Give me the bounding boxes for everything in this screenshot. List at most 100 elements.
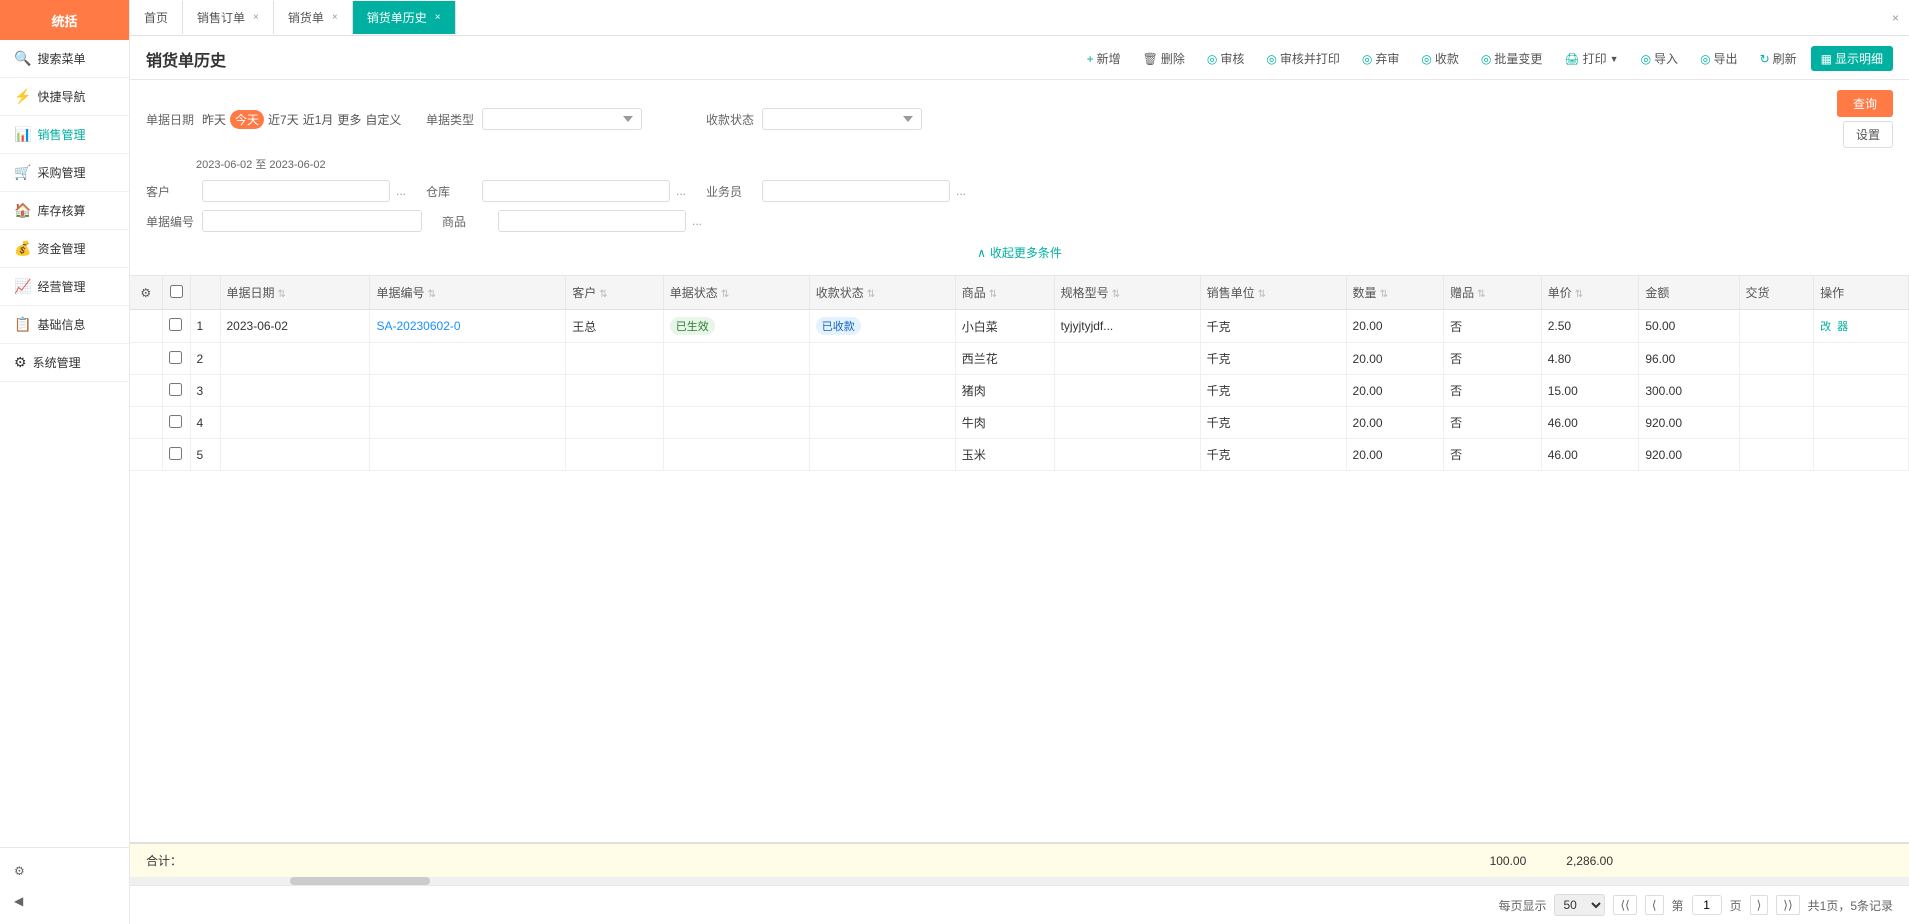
footer-label: 合计： — [146, 852, 182, 869]
sidebar-item-finance[interactable]: 💰 资金管理 — [0, 230, 129, 268]
batch-change-button-label: 批量变更 — [1494, 50, 1542, 67]
docnum-input[interactable] — [202, 210, 422, 232]
batch-change-button[interactable]: ◎ 批量变更 — [1473, 46, 1551, 71]
row-checkbox[interactable] — [169, 351, 182, 364]
page-last-button[interactable]: ⟩⟩ — [1776, 895, 1799, 915]
sidebar-item-system-mgmt[interactable]: ⚙ 系统管理 — [0, 344, 129, 382]
sidebar-item-operations[interactable]: 📈 经营管理 — [0, 268, 129, 306]
edit-btn[interactable]: 改 — [1820, 321, 1831, 333]
table-row: 5玉米千克20.00否46.00920.00 — [130, 439, 1909, 471]
select-all-checkbox[interactable] — [170, 285, 183, 298]
col-unit[interactable]: 销售单位⇅ — [1200, 276, 1346, 310]
date-opt-1month[interactable]: 近1月 — [303, 111, 334, 128]
row-checkbox[interactable] — [169, 318, 182, 331]
display-label: 显示明细 — [1835, 50, 1883, 67]
col-doc-num[interactable]: 单据编号⇅ — [370, 276, 566, 310]
date-opt-yesterday[interactable]: 昨天 — [202, 111, 226, 128]
warehouse-input[interactable] — [482, 180, 670, 202]
print-button-label: 打印 — [1583, 50, 1607, 67]
query-button[interactable]: 查询 — [1837, 90, 1893, 117]
customer-input[interactable] — [202, 180, 390, 202]
house-icon: 🏠 — [14, 202, 31, 219]
date-opt-today[interactable]: 今天 — [230, 110, 264, 129]
window-close-icon[interactable]: × — [1892, 11, 1899, 25]
col-price[interactable]: 单价⇅ — [1541, 276, 1639, 310]
sidebar-item-purchase-mgmt[interactable]: 🛒 采购管理 — [0, 154, 129, 192]
collect-button[interactable]: ◎ 收款 — [1413, 46, 1467, 71]
scrollbar-thumb[interactable] — [290, 877, 430, 885]
collapse-filter[interactable]: ∧ 收起更多条件 — [146, 240, 1893, 265]
new-button[interactable]: + 新增 — [1079, 46, 1129, 71]
sidebar-label-basic-info: 基础信息 — [37, 316, 85, 333]
sidebar-bottom-collapse[interactable]: ◀ — [0, 886, 129, 916]
col-gift[interactable]: 赠品⇅ — [1444, 276, 1542, 310]
refresh-icon: ↻ — [1760, 52, 1770, 66]
page-next-button[interactable]: ⟩ — [1750, 895, 1769, 915]
tab-sales-order-close[interactable]: × — [253, 12, 259, 23]
page-number-input[interactable] — [1692, 895, 1722, 915]
col-goods[interactable]: 商品⇅ — [955, 276, 1054, 310]
salesperson-dots[interactable]: ... — [956, 184, 966, 198]
sidebar-logo: 统括 — [0, 0, 129, 40]
col-qty[interactable]: 数量⇅ — [1346, 276, 1444, 310]
col-customer[interactable]: 客户⇅ — [566, 276, 664, 310]
sidebar-item-sales-mgmt[interactable]: 📊 销售管理 — [0, 116, 129, 154]
row-checkbox[interactable] — [169, 383, 182, 396]
date-filter-group: 单据日期 昨天 今天 近7天 近1月 更多 自定义 — [146, 110, 406, 129]
filter-settings-button[interactable]: 设置 — [1843, 121, 1893, 148]
filter-area: 单据日期 昨天 今天 近7天 近1月 更多 自定义 单据类型 — [130, 80, 1909, 276]
sidebar-item-search-menu[interactable]: 🔍 搜索菜单 — [0, 40, 129, 78]
customer-filter-group: 客户 ... — [146, 180, 406, 202]
page-header: 销货单历史 + 新增 🗑 删除 ◎ 审核 ◎ 审核并打印 — [130, 36, 1909, 80]
collect-icon: ◎ — [1421, 52, 1431, 66]
doc-num-link[interactable]: SA-20230602-0 — [376, 319, 460, 333]
tab-sales-order-label: 销售订单 — [197, 9, 245, 26]
tab-sales-order[interactable]: 销售订单 × — [183, 1, 274, 34]
page-first-button[interactable]: ⟨⟨ — [1613, 895, 1636, 915]
display-detail-button[interactable]: ▦ 显示明细 — [1811, 46, 1893, 71]
audit-button[interactable]: ◎ 审核 — [1199, 46, 1253, 71]
sidebar-bottom-settings[interactable]: ⚙ — [0, 856, 129, 886]
date-opt-more[interactable]: 更多 — [337, 111, 361, 128]
col-doc-date[interactable]: 单据日期⇅ — [220, 276, 370, 310]
col-gear[interactable]: ⚙ — [130, 276, 162, 310]
row-checkbox[interactable] — [169, 447, 182, 460]
customer-dots[interactable]: ... — [396, 184, 406, 198]
sidebar-item-quick-nav[interactable]: ⚡ 快捷导航 — [0, 78, 129, 116]
page-prev-button[interactable]: ⟨ — [1645, 895, 1664, 915]
warehouse-dots[interactable]: ... — [676, 184, 686, 198]
abandon-button[interactable]: ◎ 弃审 — [1354, 46, 1408, 71]
col-spec[interactable]: 规格型号⇅ — [1054, 276, 1200, 310]
col-check[interactable] — [162, 276, 190, 310]
audit-print-button[interactable]: ◎ 审核并打印 — [1258, 46, 1348, 71]
gear-sidebar-icon: ⚙ — [14, 354, 27, 371]
tab-sales-history-close[interactable]: × — [435, 12, 441, 23]
footer-total-qty: 100.00 — [1490, 854, 1527, 868]
col-doc-status[interactable]: 单据状态⇅ — [663, 276, 809, 310]
col-payment-status[interactable]: 收款状态⇅ — [809, 276, 955, 310]
tab-sales-history[interactable]: 销货单历史 × — [353, 1, 456, 34]
tab-home[interactable]: 首页 — [130, 1, 183, 34]
export-button[interactable]: ◎ 导出 — [1692, 46, 1746, 71]
payment-status-select[interactable] — [762, 108, 922, 130]
goods-dots[interactable]: ... — [692, 214, 702, 228]
delete-button[interactable]: 🗑 删除 — [1135, 46, 1193, 71]
import-button[interactable]: ◎ 导入 — [1633, 46, 1687, 71]
tab-home-label: 首页 — [144, 9, 168, 26]
per-page-select[interactable]: 50 100 200 — [1554, 894, 1605, 916]
more-btn[interactable]: 器 — [1837, 321, 1848, 333]
print-button[interactable]: 🖨 打印 ▼ — [1556, 46, 1626, 71]
sidebar-item-inventory[interactable]: 🏠 库存核算 — [0, 192, 129, 230]
sidebar-item-basic-info[interactable]: 📋 基础信息 — [0, 306, 129, 344]
date-opt-custom[interactable]: 自定义 — [365, 111, 401, 128]
date-opt-7days[interactable]: 近7天 — [268, 111, 299, 128]
doc-type-select[interactable] — [482, 108, 642, 130]
tab-sales-delivery[interactable]: 销货单 × — [274, 1, 353, 34]
col-actions: 操作 — [1814, 276, 1909, 310]
horizontal-scrollbar[interactable] — [130, 877, 1909, 885]
goods-input[interactable] — [498, 210, 686, 232]
row-checkbox[interactable] — [169, 415, 182, 428]
refresh-button[interactable]: ↻ 刷新 — [1752, 46, 1805, 71]
tab-sales-delivery-close[interactable]: × — [332, 12, 338, 23]
salesperson-input[interactable] — [762, 180, 950, 202]
